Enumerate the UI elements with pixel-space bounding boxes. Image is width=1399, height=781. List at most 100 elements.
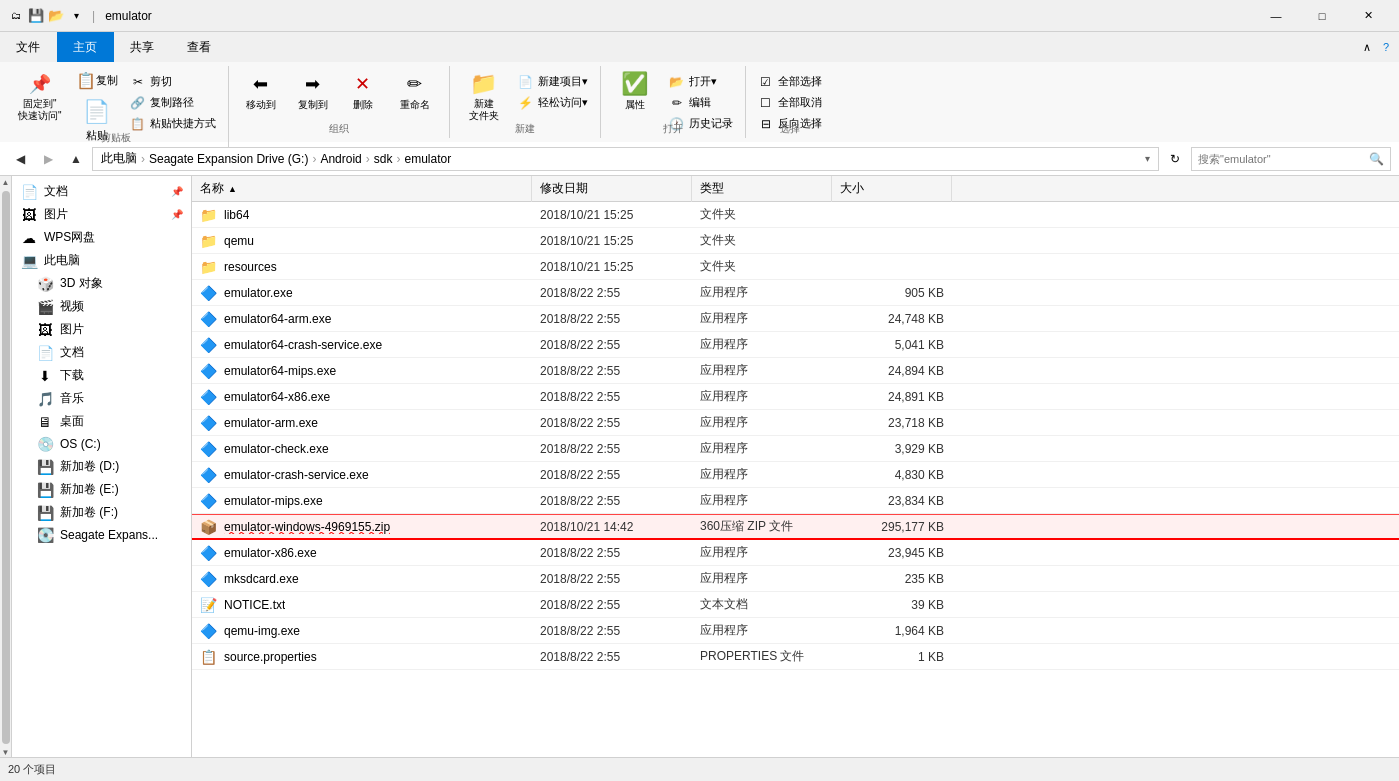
col-header-type[interactable]: 类型	[692, 176, 832, 202]
copy-path-button[interactable]: 🔗 复制路径	[126, 93, 220, 112]
sidebar-item-edrive[interactable]: 💾 新加卷 (E:)	[12, 478, 191, 501]
search-input[interactable]	[1198, 153, 1369, 165]
address-dropdown-icon[interactable]: ▾	[1145, 153, 1150, 164]
videos-icon: 🎬	[36, 299, 54, 315]
table-row[interactable]: 🔷 emulator64-arm.exe 2018/8/22 2:55 应用程序…	[192, 306, 1399, 332]
help-btn[interactable]: ?	[1377, 39, 1395, 55]
dropdown-icon[interactable]: ▾	[68, 8, 84, 24]
file-type-cell: 应用程序	[692, 310, 832, 327]
sidebar-item-documents[interactable]: 📄 文档 📌	[12, 180, 191, 203]
table-row[interactable]: 🔷 emulator64-mips.exe 2018/8/22 2:55 应用程…	[192, 358, 1399, 384]
table-row[interactable]: 🔷 qemu-img.exe 2018/8/22 2:55 应用程序 1,964…	[192, 618, 1399, 644]
table-row[interactable]: 📁 lib64 2018/10/21 15:25 文件夹	[192, 202, 1399, 228]
save-icon[interactable]: 💾	[28, 8, 44, 24]
ribbon-collapse-btn[interactable]: ∧	[1357, 39, 1377, 56]
table-row[interactable]: 🔷 emulator-x86.exe 2018/8/22 2:55 应用程序 2…	[192, 540, 1399, 566]
file-date-cell: 2018/8/22 2:55	[532, 624, 692, 638]
sidebar-item-images[interactable]: 🖼 图片	[12, 318, 191, 341]
forward-button[interactable]: ▶	[36, 147, 60, 171]
folder-icon-tb[interactable]: 📂	[48, 8, 64, 24]
table-row[interactable]: 🔷 emulator-crash-service.exe 2018/8/22 2…	[192, 462, 1399, 488]
edit-button[interactable]: ✏ 编辑	[665, 93, 737, 112]
select-all-button[interactable]: ☑ 全部选择	[754, 72, 826, 91]
table-row[interactable]: 🔷 emulator64-crash-service.exe 2018/8/22…	[192, 332, 1399, 358]
table-row[interactable]: 📁 qemu 2018/10/21 15:25 文件夹	[192, 228, 1399, 254]
path-pc[interactable]: 此电脑	[101, 150, 137, 167]
tab-home[interactable]: 主页	[57, 32, 114, 62]
file-size-cell: 23,945 KB	[832, 546, 952, 560]
organize-label: 组织	[229, 122, 449, 136]
table-row[interactable]: 📋 source.properties 2018/8/22 2:55 PROPE…	[192, 644, 1399, 670]
sidebar-item-downloads[interactable]: ⬇ 下载	[12, 364, 191, 387]
cut-button[interactable]: ✂ 剪切	[126, 72, 220, 91]
table-row[interactable]: 🔷 emulator-arm.exe 2018/8/22 2:55 应用程序 2…	[192, 410, 1399, 436]
file-name-text: emulator-windows-4969155.zip	[224, 520, 390, 534]
path-seagate[interactable]: Seagate Expansion Drive (G:)	[149, 152, 308, 166]
col-header-name[interactable]: 名称 ▲	[192, 176, 532, 202]
refresh-button[interactable]: ↻	[1163, 147, 1187, 171]
delete-button[interactable]: ✕ 删除	[341, 68, 385, 114]
sidebar-item-thispc[interactable]: 💻 此电脑	[12, 249, 191, 272]
file-name-cell: 📦 emulator-windows-4969155.zip	[192, 519, 532, 535]
path-android[interactable]: Android	[320, 152, 361, 166]
close-button[interactable]: ✕	[1345, 0, 1391, 32]
col-header-size[interactable]: 大小	[832, 176, 952, 202]
table-row[interactable]: 📦 emulator-windows-4969155.zip 2018/10/2…	[192, 514, 1399, 540]
sidebar-scroll-down[interactable]: ▼	[2, 748, 10, 757]
sidebar-item-seagate[interactable]: 💽 Seagate Expans...	[12, 524, 191, 546]
file-date-cell: 2018/8/22 2:55	[532, 312, 692, 326]
sidebar-item-osc[interactable]: 💿 OS (C:)	[12, 433, 191, 455]
sidebar-item-music[interactable]: 🎵 音乐	[12, 387, 191, 410]
table-row[interactable]: 🔷 mksdcard.exe 2018/8/22 2:55 应用程序 235 K…	[192, 566, 1399, 592]
file-date-cell: 2018/8/22 2:55	[532, 286, 692, 300]
sidebar-item-fdrive[interactable]: 💾 新加卷 (F:)	[12, 501, 191, 524]
file-date-cell: 2018/8/22 2:55	[532, 416, 692, 430]
path-emulator[interactable]: emulator	[404, 152, 451, 166]
file-icon: 📁	[200, 233, 218, 249]
search-icon[interactable]: 🔍	[1369, 152, 1384, 166]
properties-button[interactable]: ✅ 属性	[609, 68, 661, 114]
sidebar-scroll-up[interactable]: ▲	[2, 178, 10, 187]
move-to-button[interactable]: ⬅ 移动到	[237, 68, 285, 114]
file-size-cell: 23,718 KB	[832, 416, 952, 430]
up-button[interactable]: ▲	[64, 147, 88, 171]
rename-button[interactable]: ✏ 重命名	[389, 68, 441, 114]
pin-button[interactable]: 📌 固定到"快速访问"	[12, 68, 68, 124]
sidebar-item-desktop[interactable]: 🖥 桌面	[12, 410, 191, 433]
copy-button[interactable]: 📋 复制	[72, 68, 122, 92]
select-none-button[interactable]: ☐ 全部取消	[754, 93, 826, 112]
pictures-pin: 📌	[171, 209, 183, 220]
path-sdk[interactable]: sdk	[374, 152, 393, 166]
sidebar-item-wps[interactable]: ☁ WPS网盘	[12, 226, 191, 249]
col-header-date[interactable]: 修改日期	[532, 176, 692, 202]
file-size-cell: 5,041 KB	[832, 338, 952, 352]
back-button[interactable]: ◀	[8, 147, 32, 171]
tab-share[interactable]: 共享	[114, 32, 171, 62]
sidebar-item-docs2[interactable]: 📄 文档	[12, 341, 191, 364]
maximize-button[interactable]: □	[1299, 0, 1345, 32]
sidebar-item-ddrive[interactable]: 💾 新加卷 (D:)	[12, 455, 191, 478]
tab-view[interactable]: 查看	[171, 32, 228, 62]
file-name-cell: 📋 source.properties	[192, 649, 532, 665]
table-row[interactable]: 🔷 emulator-check.exe 2018/8/22 2:55 应用程序…	[192, 436, 1399, 462]
table-row[interactable]: 🔷 emulator64-x86.exe 2018/8/22 2:55 应用程序…	[192, 384, 1399, 410]
copy-to-button[interactable]: ➡ 复制到	[289, 68, 337, 114]
sidebar-item-3dobjects[interactable]: 🎲 3D 对象	[12, 272, 191, 295]
table-row[interactable]: 🔷 emulator-mips.exe 2018/8/22 2:55 应用程序 …	[192, 488, 1399, 514]
sidebar-item-pictures[interactable]: 🖼 图片 📌	[12, 203, 191, 226]
table-row[interactable]: 📝 NOTICE.txt 2018/8/22 2:55 文本文档 39 KB	[192, 592, 1399, 618]
new-item-button[interactable]: 📄 新建项目▾	[514, 72, 592, 91]
sidebar-scrollbar-thumb[interactable]	[2, 191, 10, 744]
file-size-cell: 905 KB	[832, 286, 952, 300]
easy-access-button[interactable]: ⚡ 轻松访问▾	[514, 93, 592, 112]
table-row[interactable]: 📁 resources 2018/10/21 15:25 文件夹	[192, 254, 1399, 280]
address-path[interactable]: 此电脑 › Seagate Expansion Drive (G:) › And…	[92, 147, 1159, 171]
open-button[interactable]: 📂 打开▾	[665, 72, 737, 91]
minimize-button[interactable]: —	[1253, 0, 1299, 32]
sort-icon: ▲	[228, 184, 237, 194]
tab-file[interactable]: 文件	[0, 32, 57, 62]
sidebar-item-videos[interactable]: 🎬 视频	[12, 295, 191, 318]
new-folder-button[interactable]: 📁 新建文件夹	[458, 68, 510, 124]
table-row[interactable]: 🔷 emulator.exe 2018/8/22 2:55 应用程序 905 K…	[192, 280, 1399, 306]
col-date-label: 修改日期	[540, 180, 588, 197]
